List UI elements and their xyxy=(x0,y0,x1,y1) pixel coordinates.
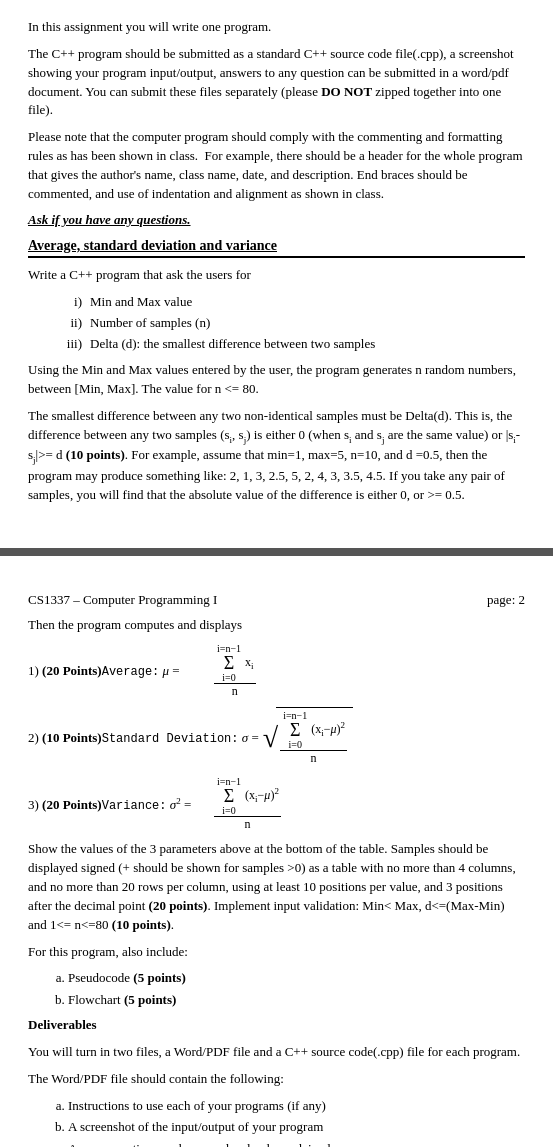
para4: Using the Min and Max values entered by … xyxy=(28,361,525,399)
para3: Please note that the computer program sh… xyxy=(28,128,525,203)
list-num-1: i) xyxy=(58,292,86,313)
word-pdf-list: Instructions to use each of your program… xyxy=(58,1097,525,1147)
deliverables-title: Deliverables xyxy=(28,1016,525,1035)
para1: In this assignment you will write one pr… xyxy=(28,18,525,37)
list-row-1: i) Min and Max value xyxy=(58,292,379,313)
word-pdf-para: The Word/PDF file should contain the fol… xyxy=(28,1070,525,1089)
formula-average-label: 1) (20 Points)Average: μ = xyxy=(28,663,208,679)
formula-average-math: i=n−1 Σ i=0 xi n xyxy=(212,643,258,699)
formula-variance-math: i=n−1 Σ i=0 (xi−μ)2 n xyxy=(212,776,283,832)
formula-average: 1) (20 Points)Average: μ = i=n−1 Σ i=0 x… xyxy=(28,643,525,699)
para2: The C++ program should be submitted as a… xyxy=(28,45,525,120)
header-left: CS1337 – Computer Programming I xyxy=(28,592,217,608)
word-pdf-item-2: A screenshot of the input/output of your… xyxy=(68,1118,525,1137)
word-pdf-item-3: Any assumption you have made, clearly ex… xyxy=(68,1140,525,1147)
page2: CS1337 – Computer Programming I page: 2 … xyxy=(0,574,553,1147)
header-right: page: 2 xyxy=(487,592,525,608)
list-items: i) Min and Max value ii) Number of sampl… xyxy=(58,292,525,355)
ask-link[interactable]: Ask if you have any questions. xyxy=(28,212,525,228)
list-val-2: Number of samples (n) xyxy=(86,313,379,334)
show-para: Show the values of the 3 parameters abov… xyxy=(28,840,525,934)
word-pdf-item-1: Instructions to use each of your program… xyxy=(68,1097,525,1116)
also-para: For this program, also include: xyxy=(28,943,525,962)
list-val-3: Delta (d): the smallest difference betwe… xyxy=(86,334,379,355)
write-intro: Write a C++ program that ask the users f… xyxy=(28,266,525,285)
list-num-3: iii) xyxy=(58,334,86,355)
page1: In this assignment you will write one pr… xyxy=(0,0,553,530)
list-num-2: ii) xyxy=(58,313,86,334)
para5: The smallest difference between any two … xyxy=(28,407,525,505)
page2-header: CS1337 – Computer Programming I page: 2 xyxy=(28,592,525,608)
formula-stddev-math: √ i=n−1 Σ i=0 (xi−μ)2 n xyxy=(263,707,353,768)
then-para: Then the program computes and displays xyxy=(28,616,525,635)
do-not-bold: DO NOT xyxy=(321,84,372,99)
also-list-item-2: Flowchart (5 points) xyxy=(68,991,525,1010)
deliverables-para: You will turn in two files, a Word/PDF f… xyxy=(28,1043,525,1062)
list-table: i) Min and Max value ii) Number of sampl… xyxy=(58,292,379,355)
formula-stddev-label: 2) (10 Points)Standard Deviation: σ = xyxy=(28,730,259,746)
section1-title: Average, standard deviation and variance xyxy=(28,238,525,258)
list-val-1: Min and Max value xyxy=(86,292,379,313)
list-row-3: iii) Delta (d): the smallest difference … xyxy=(58,334,379,355)
page-divider xyxy=(0,548,553,556)
also-list-item-1: Pseudocode (5 points) xyxy=(68,969,525,988)
formula-variance-label: 3) (20 Points)Variance: σ2 = xyxy=(28,796,208,813)
list-row-2: ii) Number of samples (n) xyxy=(58,313,379,334)
formula-stddev: 2) (10 Points)Standard Deviation: σ = √ … xyxy=(28,707,525,768)
formula-variance: 3) (20 Points)Variance: σ2 = i=n−1 Σ i=0… xyxy=(28,776,525,832)
also-list: Pseudocode (5 points) Flowchart (5 point… xyxy=(58,969,525,1010)
